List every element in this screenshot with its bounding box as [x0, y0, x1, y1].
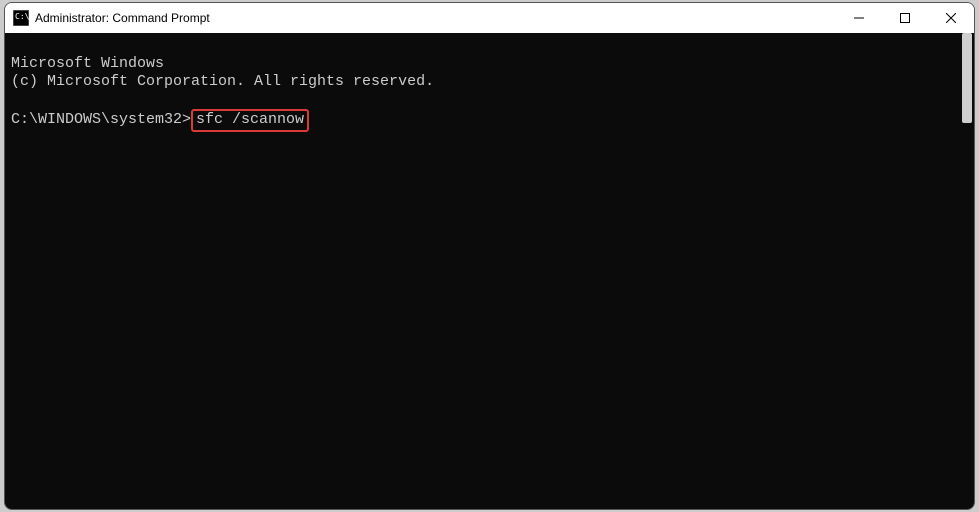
- close-button[interactable]: [928, 3, 974, 33]
- terminal-output[interactable]: Microsoft Windows (c) Microsoft Corporat…: [5, 33, 960, 509]
- titlebar[interactable]: C:\ Administrator: Command Prompt: [5, 3, 974, 33]
- minimize-button[interactable]: [836, 3, 882, 33]
- scrollbar-thumb[interactable]: [962, 33, 972, 123]
- svg-text:C:\: C:\: [15, 12, 29, 21]
- terminal-prompt-line: C:\WINDOWS\system32> sfc /scannow: [11, 111, 309, 128]
- window-controls: [836, 3, 974, 33]
- command-prompt-window: C:\ Administrator: Command Prompt Micros…: [4, 2, 975, 510]
- terminal-prompt: C:\WINDOWS\system32>: [11, 111, 191, 128]
- maximize-button[interactable]: [882, 3, 928, 33]
- cmd-icon: C:\: [13, 10, 29, 26]
- terminal-command: sfc /scannow: [196, 111, 304, 128]
- terminal-line: Microsoft Windows: [11, 55, 164, 72]
- terminal-area: Microsoft Windows (c) Microsoft Corporat…: [5, 33, 974, 509]
- window-title: Administrator: Command Prompt: [35, 11, 836, 25]
- command-highlight: sfc /scannow: [191, 109, 309, 132]
- vertical-scrollbar[interactable]: [960, 33, 974, 509]
- terminal-line: (c) Microsoft Corporation. All rights re…: [11, 73, 434, 90]
